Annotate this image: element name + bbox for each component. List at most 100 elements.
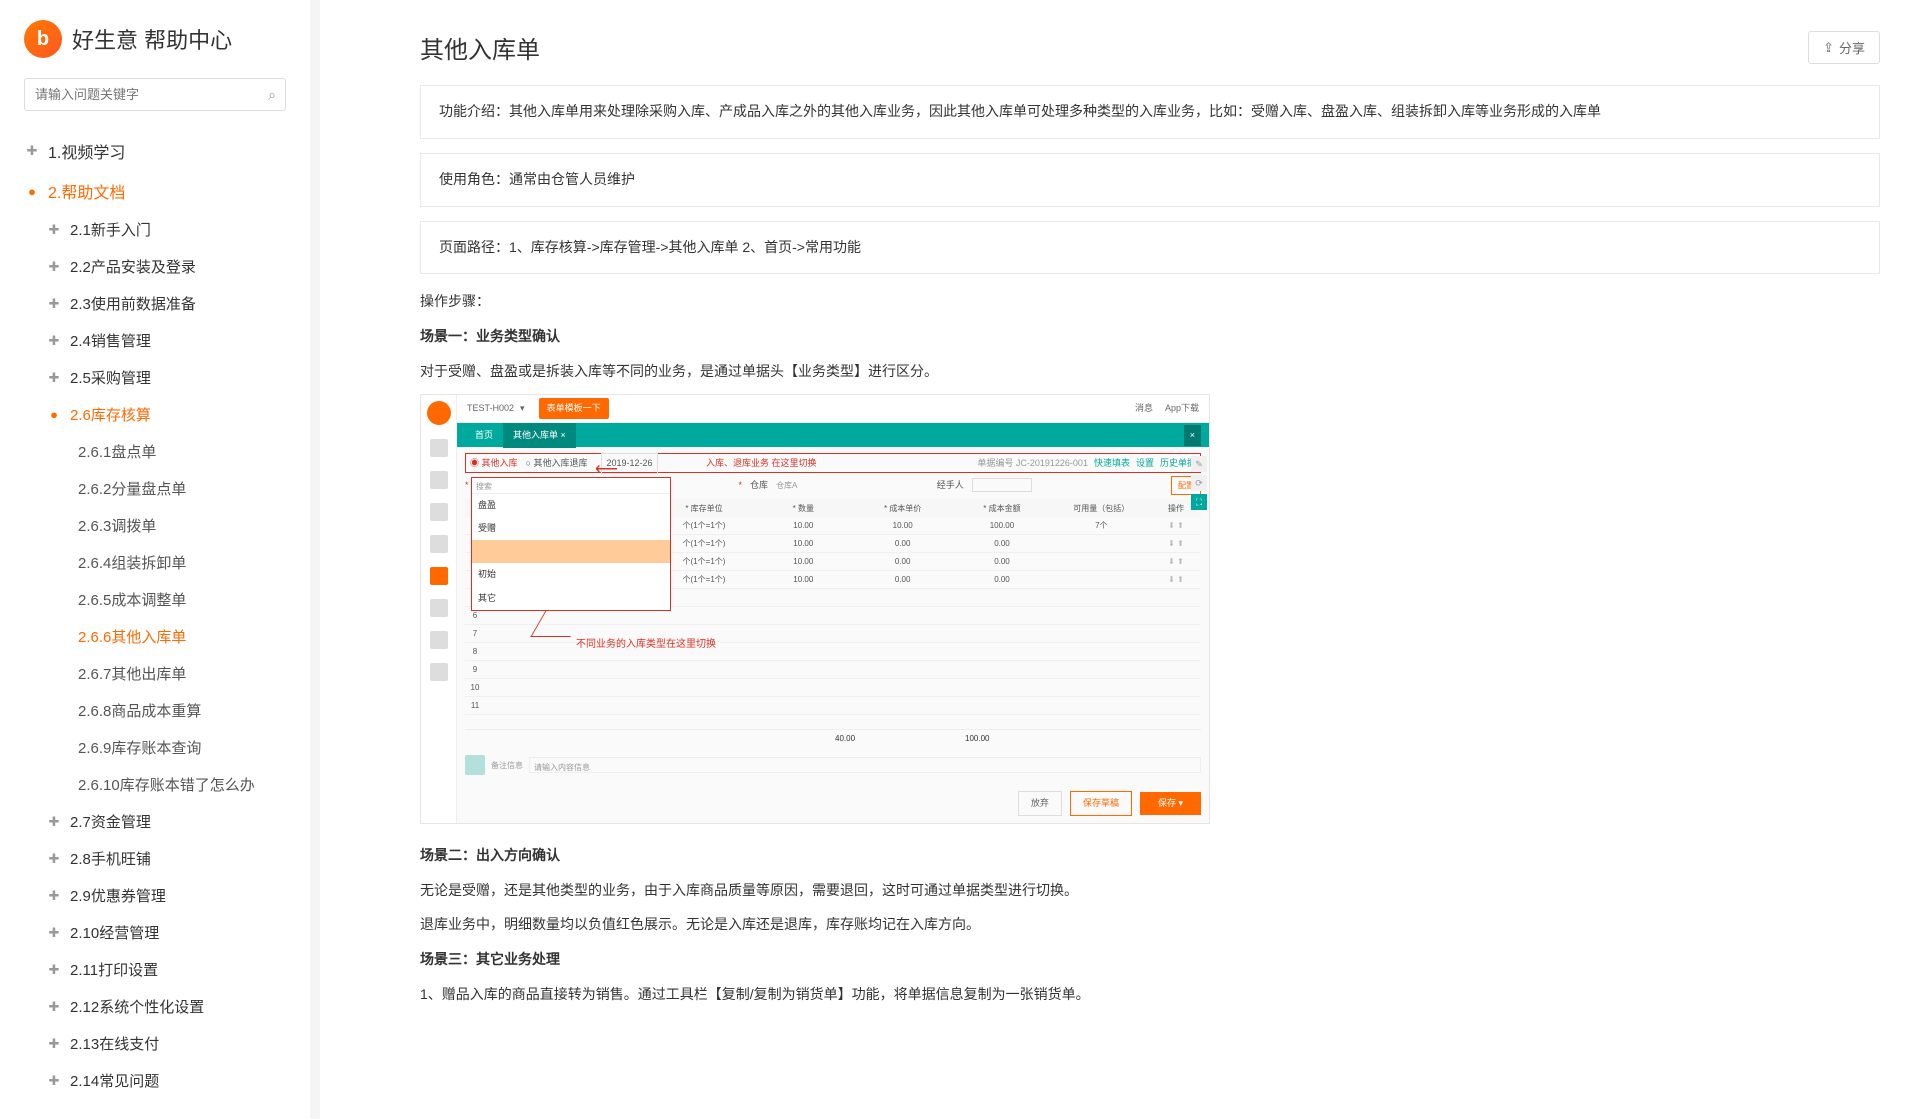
nav-2-6-5[interactable]: 2.6.5成本调整单 bbox=[24, 581, 286, 618]
path-text: 1、库存核算->库存管理->其他入库单 2、首页->常用功能 bbox=[509, 239, 861, 255]
nav-2-4[interactable]: ✚2.4销售管理 bbox=[24, 322, 286, 359]
minus-icon: ● bbox=[24, 183, 40, 199]
plus-icon: ✚ bbox=[46, 999, 62, 1015]
ss-remark-row: 备注信息 请输入内容信息 bbox=[465, 751, 1201, 779]
steps-label: 操作步骤： bbox=[420, 288, 1880, 315]
ss-logo-icon bbox=[427, 401, 451, 425]
brand-title: 好生意 帮助中心 bbox=[72, 23, 232, 55]
scenario1-title: 场景一：业务类型确认 bbox=[420, 323, 1880, 350]
ss-template-button: 表单模板一下 bbox=[539, 398, 609, 419]
path-label: 页面路径： bbox=[439, 239, 509, 255]
sidebar: b 好生意 帮助中心 ⌕ ✚1.视频学习 ●2.帮助文档 ✚2.1新手入门 ✚2… bbox=[0, 0, 310, 1119]
ss-tab-home: 首页 bbox=[465, 423, 503, 448]
share-button[interactable]: ⇪分享 bbox=[1808, 31, 1880, 64]
ss-radio2: ○ 其他入库退库 bbox=[526, 455, 588, 472]
ss-tab-current: 其他入库单 × bbox=[503, 423, 576, 448]
nav-2-8[interactable]: ✚2.8手机旺铺 bbox=[24, 840, 286, 877]
search-icon[interactable]: ⌕ bbox=[268, 86, 276, 103]
brand-row: b 好生意 帮助中心 bbox=[24, 20, 286, 58]
main-content: 其他入库单 ⇪分享 功能介绍：其他入库单用来处理除采购入库、产成品入库之外的其他… bbox=[320, 0, 1920, 1119]
nav-help-docs[interactable]: ●2.帮助文档 bbox=[24, 171, 286, 211]
nav-2-6[interactable]: ●2.6库存核算 bbox=[24, 396, 286, 433]
plus-icon: ✚ bbox=[46, 222, 62, 238]
intro-text: 其他入库单用来处理除采购入库、产成品入库之外的其他入库业务，因此其他入库单可处理… bbox=[509, 103, 1601, 119]
nav-2-14[interactable]: ✚2.14常见问题 bbox=[24, 1062, 286, 1099]
ss-test-label: TEST-H002 bbox=[467, 400, 514, 417]
nav-2-6-10[interactable]: 2.6.10库存账本错了怎么办 bbox=[24, 766, 286, 803]
ss-link-quick: 快速填表 bbox=[1094, 455, 1130, 472]
ss-nav-icon bbox=[430, 439, 448, 457]
ss-form-row: ◉ 其他入库 ○ 其他入库退库 2019-12-26 入库、退库业务 在这里切换… bbox=[465, 453, 1201, 473]
ss-row: 10 bbox=[465, 679, 1201, 697]
nav-2-6-6[interactable]: 2.6.6其他入库单 bbox=[24, 618, 286, 655]
plus-icon: ✚ bbox=[46, 1036, 62, 1052]
nav-2-5[interactable]: ✚2.5采购管理 bbox=[24, 359, 286, 396]
ss-tabs: 首页 其他入库单 × × bbox=[457, 423, 1209, 447]
ss-tool-icon: ⛶ bbox=[1191, 494, 1207, 510]
ss-nav-icon bbox=[430, 599, 448, 617]
page-header: 其他入库单 ⇪分享 bbox=[420, 30, 1880, 65]
nav-2-12[interactable]: ✚2.12系统个性化设置 bbox=[24, 988, 286, 1025]
nav-2-6-4[interactable]: 2.6.4组装拆卸单 bbox=[24, 544, 286, 581]
nav-2-2[interactable]: ✚2.2产品安装及登录 bbox=[24, 248, 286, 285]
nav-2-6-9[interactable]: 2.6.9库存账本查询 bbox=[24, 729, 286, 766]
content-section: 操作步骤： 场景一：业务类型确认 对于受赠、盘盈或是拆装入库等不同的业务，是通过… bbox=[420, 288, 1880, 1007]
ss-cancel-btn: 放弃 bbox=[1018, 791, 1062, 816]
nav-2-6-3[interactable]: 2.6.3调拨单 bbox=[24, 507, 286, 544]
ss-app-link: App下载 bbox=[1165, 400, 1199, 417]
minus-icon: ● bbox=[46, 407, 62, 423]
nav-2-6-1[interactable]: 2.6.1盘点单 bbox=[24, 433, 286, 470]
scenario2-text2: 退库业务中，明细数量均以负值红色展示。无论是入库还是退库，库存账均记在入库方向。 bbox=[420, 911, 1880, 938]
nav-2-6-8[interactable]: 2.6.8商品成本重算 bbox=[24, 692, 286, 729]
ss-nav-icon bbox=[430, 503, 448, 521]
nav-2-9[interactable]: ✚2.9优惠券管理 bbox=[24, 877, 286, 914]
share-icon: ⇪ bbox=[1823, 40, 1834, 56]
role-label: 使用角色： bbox=[439, 171, 509, 187]
nav-video[interactable]: ✚1.视频学习 bbox=[24, 131, 286, 171]
plus-icon: ✚ bbox=[46, 1073, 62, 1089]
page-title: 其他入库单 bbox=[420, 30, 540, 65]
ss-th: 可用量（包括） bbox=[1052, 501, 1151, 516]
intro-box: 功能介绍：其他入库单用来处理除采购入库、产成品入库之外的其他入库业务，因此其他入… bbox=[420, 85, 1880, 139]
scenario3-title: 场景三：其它业务处理 bbox=[420, 946, 1880, 973]
nav-2-11[interactable]: ✚2.11打印设置 bbox=[24, 951, 286, 988]
nav-2-10[interactable]: ✚2.10经营管理 bbox=[24, 914, 286, 951]
nav-2-13[interactable]: ✚2.13在线支付 bbox=[24, 1025, 286, 1062]
plus-icon: ✚ bbox=[46, 333, 62, 349]
plus-icon: ✚ bbox=[46, 296, 62, 312]
embedded-screenshot: TEST-H002 ▾ 表单模板一下 消息 App下载 首页 其他入库单 × ×… bbox=[420, 394, 1210, 824]
ss-dropdown: 搜索 盘盈 受赠 初始 其它 bbox=[471, 477, 671, 610]
ss-annotation1: 入库、退库业务 在这里切换 bbox=[706, 455, 817, 472]
plus-icon: ✚ bbox=[46, 962, 62, 978]
ss-total2: 100.00 bbox=[965, 731, 989, 746]
ss-dd-item: 受赠 bbox=[472, 517, 670, 540]
ss-handler-label: 经手人 bbox=[937, 477, 964, 494]
ss-remark-input: 请输入内容信息 bbox=[529, 757, 1201, 773]
nav-2-3[interactable]: ✚2.3使用前数据准备 bbox=[24, 285, 286, 322]
ss-tool-icon: ⟳ bbox=[1191, 475, 1207, 491]
ss-radio1: ◉ 其他入库 bbox=[470, 455, 518, 472]
ss-sidebar bbox=[421, 395, 457, 823]
ss-dd-search: 搜索 bbox=[472, 478, 670, 494]
nav-2-6-7[interactable]: 2.6.7其他出库单 bbox=[24, 655, 286, 692]
nav-2-7[interactable]: ✚2.7资金管理 bbox=[24, 803, 286, 840]
ss-dd-item: 初始 bbox=[472, 563, 670, 586]
ss-doc-no: 单据编号 JC-20191226-001 bbox=[977, 455, 1088, 472]
nav-2-6-2[interactable]: 2.6.2分量盘点单 bbox=[24, 470, 286, 507]
search-input[interactable] bbox=[24, 78, 286, 111]
ss-warehouse-label: 仓库 bbox=[750, 477, 768, 494]
ss-nav-icon bbox=[430, 535, 448, 553]
ss-dd-item: 盘盈 bbox=[472, 494, 670, 517]
ss-annotation2: 不同业务的入库类型在这里切换 bbox=[576, 635, 716, 654]
ss-link-settings: 设置 bbox=[1136, 455, 1154, 472]
ss-remark-label: 备注信息 bbox=[491, 758, 523, 773]
ss-th: * 成本单价 bbox=[853, 501, 952, 516]
plus-icon: ✚ bbox=[46, 851, 62, 867]
ss-th: * 数量 bbox=[754, 501, 853, 516]
plus-icon: ✚ bbox=[46, 925, 62, 941]
nav-2-1[interactable]: ✚2.1新手入门 bbox=[24, 211, 286, 248]
scenario2-title: 场景二：出入方向确认 bbox=[420, 842, 1880, 869]
intro-label: 功能介绍： bbox=[439, 103, 509, 119]
path-box: 页面路径：1、库存核算->库存管理->其他入库单 2、首页->常用功能 bbox=[420, 221, 1880, 275]
plus-icon: ✚ bbox=[46, 814, 62, 830]
